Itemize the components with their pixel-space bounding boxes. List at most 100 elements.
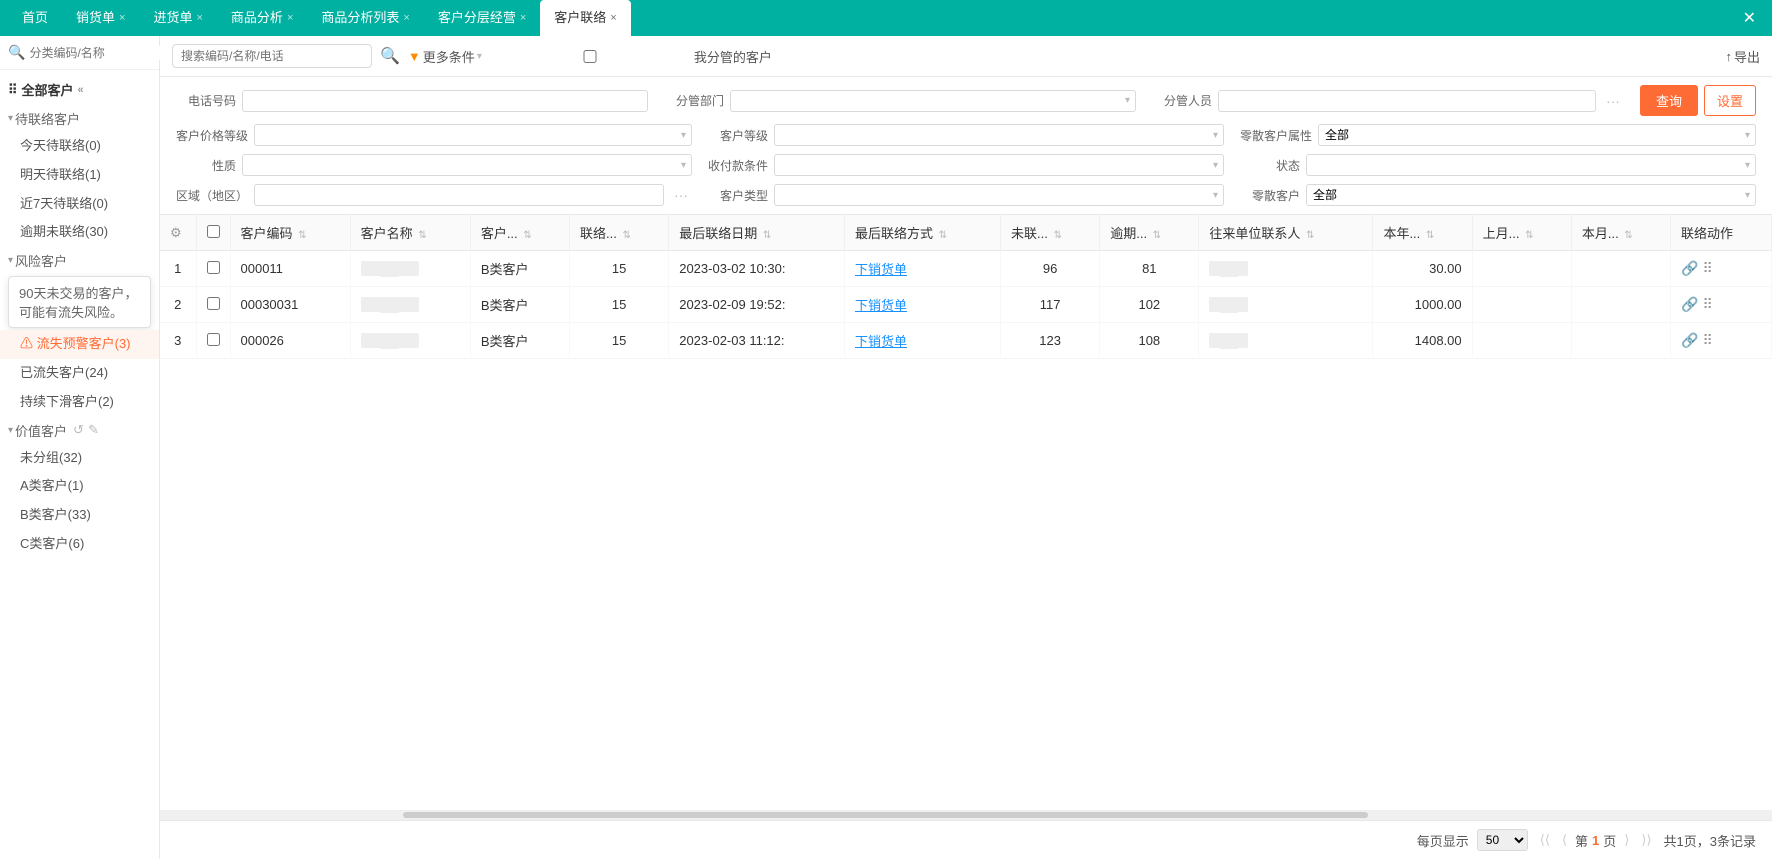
region-input[interactable]: [254, 184, 664, 206]
export-icon: ↑: [1725, 49, 1732, 64]
person-label: 分管人员: [1152, 92, 1212, 109]
row-checkbox-2[interactable]: [207, 333, 220, 346]
sidebar-item-overdue[interactable]: 逾期未联络(30): [0, 218, 159, 247]
tab-sales[interactable]: 销货单 ×: [62, 0, 139, 36]
query-button[interactable]: 查询: [1640, 85, 1698, 116]
search-input[interactable]: [172, 44, 372, 68]
sidebar-item-today[interactable]: 今天待联络(0): [0, 132, 159, 161]
cust-level-select[interactable]: [774, 124, 1224, 146]
th-last-month[interactable]: 上月... ⇅: [1472, 215, 1571, 251]
tab-customer-link[interactable]: 客户联络 ×: [540, 0, 630, 36]
tab-purchase-close[interactable]: ×: [196, 0, 202, 36]
th-not-linked[interactable]: 未联... ⇅: [1001, 215, 1100, 251]
search-button[interactable]: 🔍: [380, 46, 400, 66]
sidebar-item-declining[interactable]: 持续下滑客户(2): [0, 388, 159, 417]
sidebar-item-classB[interactable]: B类客户(33): [0, 501, 159, 530]
action-link-icon[interactable]: 🔗: [1681, 260, 1698, 277]
action-more-icon[interactable]: ⠿: [1702, 332, 1712, 349]
action-link-icon[interactable]: 🔗: [1681, 332, 1698, 349]
nature-label: 性质: [176, 157, 236, 174]
tab-goods-analysis-close[interactable]: ×: [287, 0, 293, 36]
export-button[interactable]: ↑ 导出: [1725, 47, 1760, 66]
cell-not-linked: 96: [1001, 251, 1100, 287]
nature-select[interactable]: [242, 154, 692, 176]
phone-input[interactable]: [242, 90, 648, 112]
select-all-checkbox[interactable]: [207, 225, 220, 238]
unit-contact-sort-icon: ⇅: [1306, 230, 1314, 241]
th-last-date[interactable]: 最后联络日期 ⇅: [669, 215, 845, 251]
th-last-method[interactable]: 最后联络方式 ⇅: [844, 215, 1000, 251]
tab-home[interactable]: 首页: [8, 0, 62, 36]
filter-icon: ▼: [408, 49, 421, 64]
scatter-attr-select[interactable]: 全部: [1318, 124, 1756, 146]
tab-goods-analysis[interactable]: 商品分析 ×: [217, 0, 307, 36]
person-input[interactable]: [1218, 90, 1596, 112]
tab-customer-link-close[interactable]: ×: [610, 0, 616, 36]
tab-goods-analysis-list-close[interactable]: ×: [403, 0, 409, 36]
row-checkbox-1[interactable]: [207, 297, 220, 310]
ungrouped-label: 未分组(32): [20, 450, 82, 465]
action-more-icon[interactable]: ⠿: [1702, 260, 1712, 277]
sidebar-item-tomorrow[interactable]: 明天待联络(1): [0, 161, 159, 190]
value-edit-icon[interactable]: ✎: [88, 422, 99, 438]
settings-button[interactable]: 设置: [1704, 85, 1756, 116]
first-page-btn[interactable]: ⟨⟨: [1536, 832, 1554, 848]
last-page-btn[interactable]: ⟩⟩: [1637, 832, 1655, 848]
dept-select[interactable]: [730, 90, 1136, 112]
next-page-btn[interactable]: ⟩: [1620, 832, 1633, 848]
row-checkbox-0[interactable]: [207, 261, 220, 274]
sidebar-item-churn-pred[interactable]: ⚠ 流失预警客户(3): [0, 330, 159, 359]
action-more-icon[interactable]: ⠿: [1702, 296, 1712, 313]
sidebar-all-customers[interactable]: ⠿ 全部客户 «: [0, 74, 159, 105]
action-link-icon[interactable]: 🔗: [1681, 296, 1698, 313]
scroll-thumb[interactable]: [403, 812, 1368, 818]
tab-goods-analysis-list[interactable]: 商品分析列表 ×: [307, 0, 423, 36]
sidebar-item-churned[interactable]: 已流失客户(24): [0, 359, 159, 388]
page-nav: ⟨⟨ ⟨ 第 1 页 ⟩ ⟩⟩: [1536, 831, 1656, 850]
region-dots-btn[interactable]: ···: [670, 187, 692, 203]
th-code[interactable]: 客户编码 ⇅: [230, 215, 350, 251]
cell-last-method: 下销货单: [844, 287, 1000, 323]
close-all-btn[interactable]: ✕: [1735, 8, 1764, 28]
cust-type-select[interactable]: [774, 184, 1224, 206]
sidebar-search-icon: 🔍: [8, 44, 25, 61]
tab-customer-segment-close[interactable]: ×: [520, 0, 526, 36]
th-this-year[interactable]: 本年... ⇅: [1373, 215, 1472, 251]
tab-customer-segment[interactable]: 客户分层经营 ×: [424, 0, 540, 36]
cell-checkbox: [196, 287, 230, 323]
status-wrap: ▾: [1306, 154, 1756, 176]
my-customers-filter[interactable]: 我分管的客户: [490, 47, 772, 66]
scatter-cust-select[interactable]: 全部: [1306, 184, 1756, 206]
th-type[interactable]: 客户... ⇅: [470, 215, 569, 251]
sidebar-item-classC[interactable]: C类客户(6): [0, 530, 159, 559]
tab-purchase[interactable]: 进货单 ×: [139, 0, 216, 36]
prev-page-btn[interactable]: ⟨: [1558, 832, 1571, 848]
sidebar: 🔍 ⠿ 全部客户 « ▾ 待联络客户 今天待联络(0) 明天待联络(1) 近7天…: [0, 36, 160, 859]
person-dots-btn[interactable]: ···: [1602, 93, 1624, 109]
more-conditions-btn[interactable]: ▼ 更多条件 ▾: [408, 47, 482, 66]
th-contacts[interactable]: 联络... ⇅: [570, 215, 669, 251]
status-select[interactable]: [1306, 154, 1756, 176]
value-refresh-icon[interactable]: ↺: [73, 422, 84, 438]
th-overdue[interactable]: 逾期... ⇅: [1100, 215, 1199, 251]
sidebar-item-ungrouped[interactable]: 未分组(32): [0, 444, 159, 473]
last-method-link[interactable]: 下销货单: [855, 262, 907, 277]
sidebar-group-value[interactable]: ▾ 价值客户 ↺ ✎: [0, 417, 159, 444]
last-method-link[interactable]: 下销货单: [855, 334, 907, 349]
th-this-month[interactable]: 本月... ⇅: [1571, 215, 1670, 251]
my-customers-checkbox[interactable]: [490, 50, 690, 63]
sidebar-item-week[interactable]: 近7天待联络(0): [0, 190, 159, 219]
sidebar-group-risk[interactable]: ▾ 风险客户: [0, 247, 159, 274]
last-method-link[interactable]: 下销货单: [855, 298, 907, 313]
gear-icon[interactable]: ⚙: [170, 225, 182, 240]
per-page-select[interactable]: 50 100: [1477, 829, 1528, 851]
price-level-select[interactable]: [254, 124, 692, 146]
tab-sales-close[interactable]: ×: [119, 0, 125, 36]
horizontal-scrollbar[interactable]: [160, 810, 1772, 820]
payment-select[interactable]: [774, 154, 1224, 176]
sidebar-group-pending[interactable]: ▾ 待联络客户: [0, 105, 159, 132]
th-name[interactable]: 客户名称 ⇅: [350, 215, 470, 251]
sidebar-item-classA[interactable]: A类客户(1): [0, 472, 159, 501]
th-unit-contact[interactable]: 往来单位联系人 ⇅: [1199, 215, 1373, 251]
tab-customer-link-label: 客户联络: [554, 0, 606, 36]
